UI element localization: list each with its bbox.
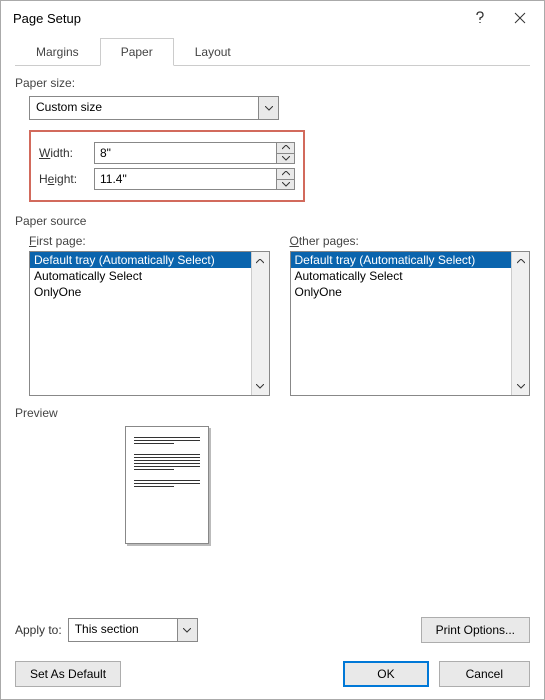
other-pages-label: Other pages: [290,234,531,248]
tab-margins[interactable]: Margins [15,38,100,66]
print-options-button[interactable]: Print Options... [421,617,530,643]
apply-to-combo[interactable]: This section [68,618,198,642]
list-item[interactable]: Default tray (Automatically Select) [30,252,251,268]
list-item[interactable]: Automatically Select [291,268,512,284]
list-item[interactable]: Automatically Select [30,268,251,284]
width-input[interactable] [94,142,277,164]
spinner-up-icon [277,143,294,154]
cancel-button[interactable]: Cancel [439,661,530,687]
tab-layout[interactable]: Layout [174,38,252,66]
scrollbar[interactable] [251,252,269,395]
width-height-group: Width: Height: [29,130,305,202]
tab-paper[interactable]: Paper [100,38,174,66]
dialog-title: Page Setup [13,11,460,26]
other-pages-listbox[interactable]: Default tray (Automatically Select) Auto… [290,251,531,396]
scroll-down-icon [512,377,529,395]
paper-size-combo[interactable]: Custom size [29,96,279,120]
height-spinner[interactable] [277,168,295,190]
list-item[interactable]: OnlyOne [30,284,251,300]
scrollbar[interactable] [511,252,529,395]
help-button[interactable] [460,3,500,33]
first-page-listbox[interactable]: Default tray (Automatically Select) Auto… [29,251,270,396]
close-button[interactable] [500,3,540,33]
height-label: Height: [39,172,94,186]
paper-size-label: Paper size: [15,76,530,90]
set-as-default-button[interactable]: Set As Default [15,661,121,687]
height-input[interactable] [94,168,277,190]
spinner-down-icon [277,180,294,190]
width-label: Width: [39,146,94,160]
dialog-content: Margins Paper Layout Paper size: Custom … [1,35,544,653]
list-item[interactable]: Default tray (Automatically Select) [291,252,512,268]
titlebar: Page Setup [1,1,544,35]
preview-label: Preview [15,406,530,420]
tab-strip: Margins Paper Layout [15,37,530,66]
spinner-up-icon [277,169,294,180]
scroll-up-icon [512,252,529,270]
chevron-down-icon [258,97,278,119]
apply-to-label: Apply to: [15,623,62,637]
ok-button[interactable]: OK [343,661,428,687]
paper-source-label: Paper source [15,214,530,228]
width-spinner[interactable] [277,142,295,164]
apply-to-value: This section [69,619,177,641]
preview-canvas [125,426,315,556]
dialog-footer: Set As Default OK Cancel [1,653,544,699]
scroll-up-icon [252,252,269,270]
page-setup-dialog: Page Setup Margins Paper Layout Paper si… [0,0,545,700]
list-item[interactable]: OnlyOne [291,284,512,300]
scroll-down-icon [252,377,269,395]
preview-page-icon [125,426,209,544]
chevron-down-icon [177,619,197,641]
paper-size-value: Custom size [30,97,258,119]
spinner-down-icon [277,154,294,164]
first-page-label: First page: [29,234,270,248]
